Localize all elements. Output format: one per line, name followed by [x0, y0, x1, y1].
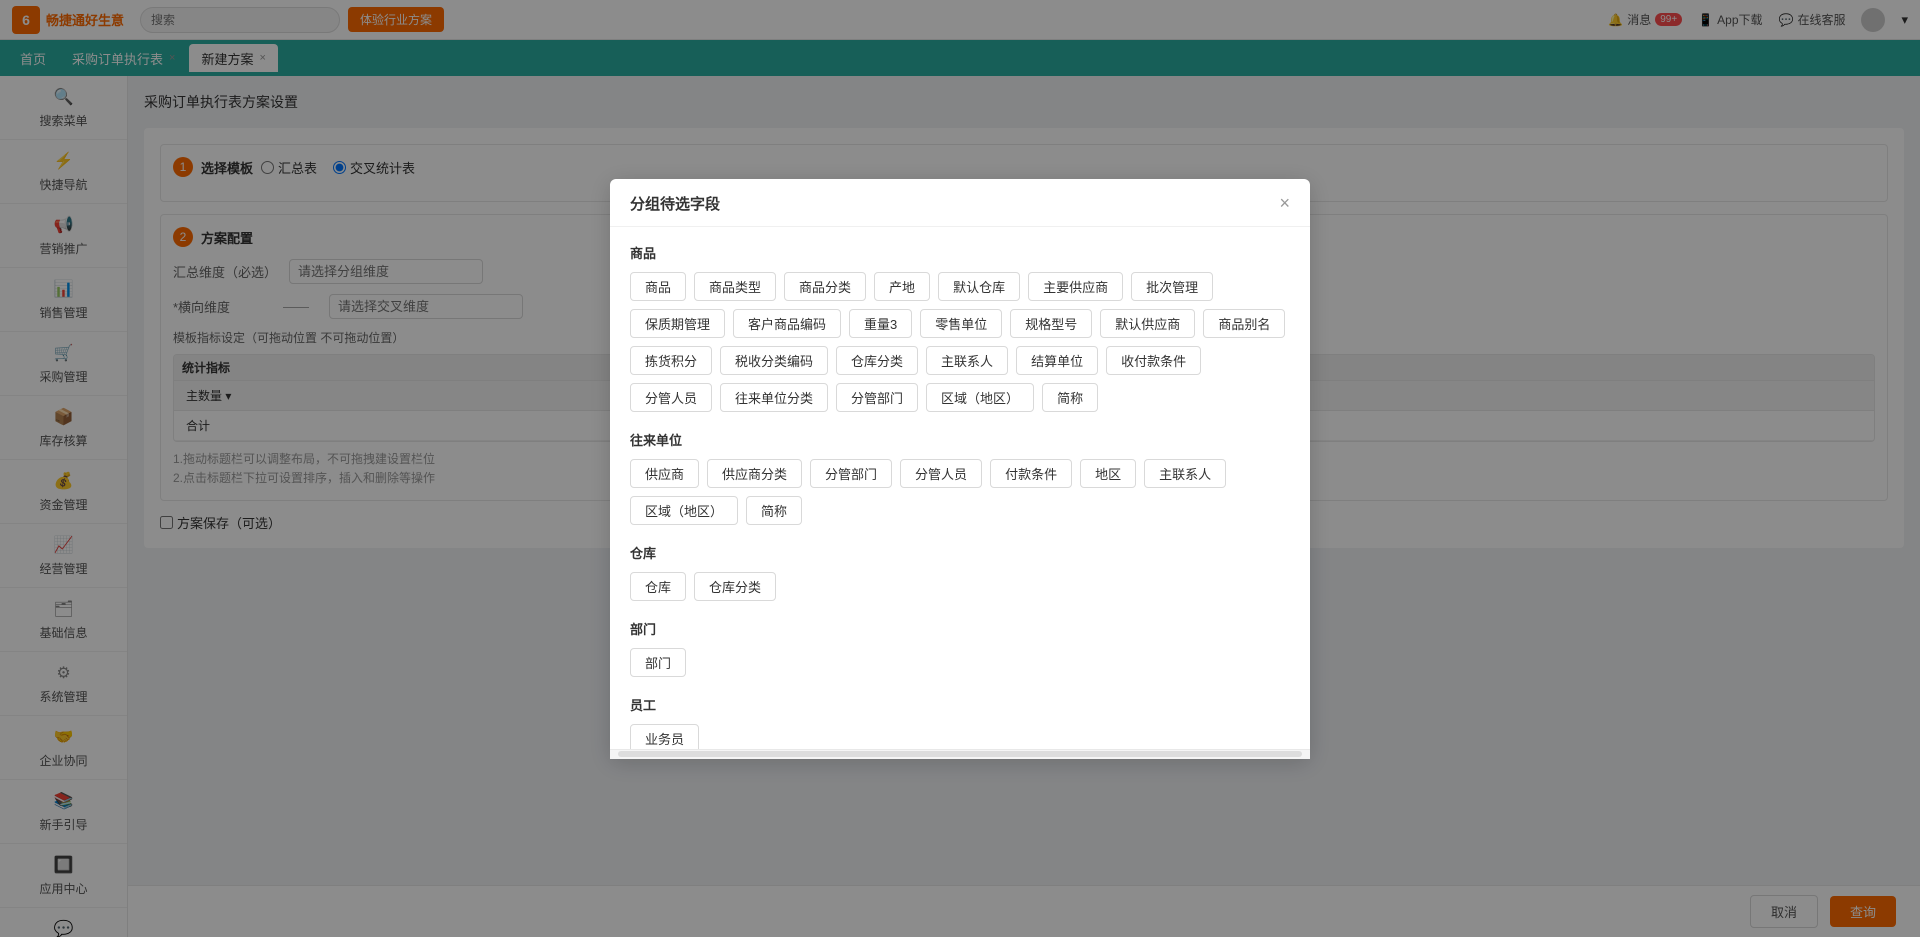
field-tag-warehouse[interactable]: 仓库 — [630, 572, 686, 601]
field-tag-short-name-product[interactable]: 简称 — [1042, 383, 1098, 412]
field-grid-warehouse: 仓库 仓库分类 — [630, 572, 1290, 601]
field-tag-short-name-partner[interactable]: 简称 — [746, 496, 802, 525]
field-tag-warehouse-category[interactable]: 仓库分类 — [836, 346, 918, 375]
field-tag-product[interactable]: 商品 — [630, 272, 686, 301]
field-tag-department[interactable]: 部门 — [630, 648, 686, 677]
scroll-track — [618, 751, 1302, 757]
field-tag-partner-category[interactable]: 往来单位分类 — [720, 383, 828, 412]
field-tag-customer-code[interactable]: 客户商品编码 — [733, 309, 841, 338]
field-tag-expiry[interactable]: 保质期管理 — [630, 309, 725, 338]
field-tag-supplier[interactable]: 供应商 — [630, 459, 699, 488]
field-tag-tax-code[interactable]: 税收分类编码 — [720, 346, 828, 375]
section-title-dept: 部门 — [630, 619, 1290, 638]
modal-header: 分组待选字段 × — [610, 179, 1310, 227]
modal-body: 商品 商品 商品类型 商品分类 产地 默认仓库 主要供应商 批次管理 保质期管理… — [610, 227, 1310, 750]
field-tag-origin[interactable]: 产地 — [874, 272, 930, 301]
modal-section-product: 商品 商品 商品类型 商品分类 产地 默认仓库 主要供应商 批次管理 保质期管理… — [630, 243, 1290, 412]
field-tag-partner-dept[interactable]: 分管部门 — [810, 459, 892, 488]
field-tag-main-supplier[interactable]: 主要供应商 — [1028, 272, 1123, 301]
field-tag-batch[interactable]: 批次管理 — [1131, 272, 1213, 301]
field-tag-partner-manager[interactable]: 分管人员 — [900, 459, 982, 488]
field-grid-product: 商品 商品类型 商品分类 产地 默认仓库 主要供应商 批次管理 保质期管理 客户… — [630, 272, 1290, 412]
modal-section-dept: 部门 部门 — [630, 619, 1290, 677]
field-grid-partner: 供应商 供应商分类 分管部门 分管人员 付款条件 地区 主联系人 区域（地区） … — [630, 459, 1290, 525]
field-tag-retail-unit[interactable]: 零售单位 — [920, 309, 1002, 338]
section-title-warehouse: 仓库 — [630, 543, 1290, 562]
field-tag-manager[interactable]: 分管人员 — [630, 383, 712, 412]
field-tag-product-category[interactable]: 商品分类 — [784, 272, 866, 301]
modal-scroll-bar[interactable] — [610, 749, 1310, 758]
field-tag-payment-terms[interactable]: 收付款条件 — [1106, 346, 1201, 375]
field-tag-main-contact[interactable]: 主联系人 — [926, 346, 1008, 375]
modal-section-employee: 员工 业务员 — [630, 695, 1290, 750]
field-tag-pick-points[interactable]: 拣货积分 — [630, 346, 712, 375]
modal-section-warehouse: 仓库 仓库 仓库分类 — [630, 543, 1290, 601]
field-tag-product-type[interactable]: 商品类型 — [694, 272, 776, 301]
field-tag-warehouse-cat[interactable]: 仓库分类 — [694, 572, 776, 601]
modal-overlay: 分组待选字段 × 商品 商品 商品类型 商品分类 产地 默认仓库 主要供应商 批… — [0, 0, 1920, 937]
field-tag-payment-cond[interactable]: 付款条件 — [990, 459, 1072, 488]
field-tag-region-product[interactable]: 区域（地区） — [926, 383, 1034, 412]
field-tag-default-warehouse[interactable]: 默认仓库 — [938, 272, 1020, 301]
modal-close-button[interactable]: × — [1279, 194, 1290, 212]
field-tag-default-supplier[interactable]: 默认供应商 — [1100, 309, 1195, 338]
field-tag-partner-contact[interactable]: 主联系人 — [1144, 459, 1226, 488]
section-title-employee: 员工 — [630, 695, 1290, 714]
section-title-product: 商品 — [630, 243, 1290, 262]
field-tag-spec-model[interactable]: 规格型号 — [1010, 309, 1092, 338]
field-grid-employee: 业务员 — [630, 724, 1290, 750]
field-tag-supplier-category[interactable]: 供应商分类 — [707, 459, 802, 488]
field-tag-region-area[interactable]: 区域（地区） — [630, 496, 738, 525]
field-tag-dept[interactable]: 分管部门 — [836, 383, 918, 412]
field-tag-salesperson[interactable]: 业务员 — [630, 724, 699, 750]
modal-title: 分组待选字段 — [630, 193, 720, 214]
section-title-partner: 往来单位 — [630, 430, 1290, 449]
modal: 分组待选字段 × 商品 商品 商品类型 商品分类 产地 默认仓库 主要供应商 批… — [610, 179, 1310, 759]
modal-section-partner: 往来单位 供应商 供应商分类 分管部门 分管人员 付款条件 地区 主联系人 区域… — [630, 430, 1290, 525]
field-grid-dept: 部门 — [630, 648, 1290, 677]
field-tag-settlement-unit[interactable]: 结算单位 — [1016, 346, 1098, 375]
field-tag-alias[interactable]: 商品别名 — [1203, 309, 1285, 338]
field-tag-region-partner[interactable]: 地区 — [1080, 459, 1136, 488]
field-tag-weight[interactable]: 重量3 — [849, 309, 912, 338]
